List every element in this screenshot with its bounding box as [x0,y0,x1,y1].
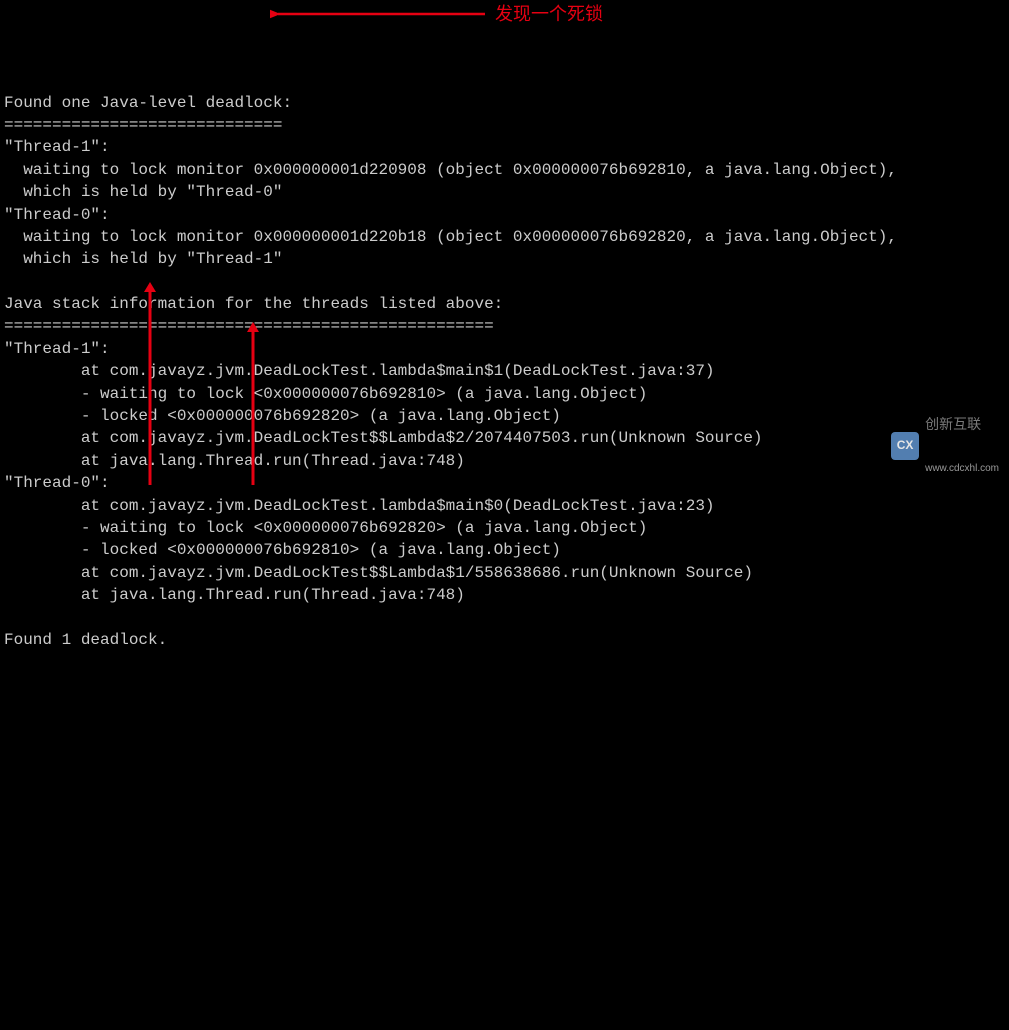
annotation-deadlock-found: 发现一个死锁 [495,2,603,27]
terminal-line: "Thread-1": [4,338,1005,360]
terminal-line: ============================= [4,114,1005,136]
terminal-line: at com.javayz.jvm.DeadLockTest$$Lambda$2… [4,427,1005,449]
arrow-top [270,4,490,24]
watermark-url: www.cdcxhl.com [925,463,999,474]
terminal-line: at com.javayz.jvm.DeadLockTest$$Lambda$1… [4,562,1005,584]
terminal-line: waiting to lock monitor 0x000000001d2209… [4,159,1005,181]
terminal-line: "Thread-1": [4,136,1005,158]
terminal-line: - locked <0x000000076b692820> (a java.la… [4,405,1005,427]
terminal-line: waiting to lock monitor 0x000000001d220b… [4,226,1005,248]
terminal-line: at java.lang.Thread.run(Thread.java:748) [4,450,1005,472]
terminal-line: at com.javayz.jvm.DeadLockTest.lambda$ma… [4,360,1005,382]
terminal-line: which is held by "Thread-1" [4,248,1005,270]
terminal-line: - waiting to lock <0x000000076b692820> (… [4,517,1005,539]
terminal-line: - locked <0x000000076b692810> (a java.la… [4,539,1005,561]
watermark-logo-icon: CX [891,432,919,460]
watermark: CX 创新互联 www.cdcxhl.com [891,386,999,505]
terminal-line: Found one Java-level deadlock: [4,92,1005,114]
terminal-line: ========================================… [4,315,1005,337]
terminal-line: Found 1 deadlock. [4,629,1005,651]
terminal-line: - waiting to lock <0x000000076b692810> (… [4,383,1005,405]
terminal-line [4,271,1005,293]
watermark-text: 创新互联 www.cdcxhl.com [925,386,999,505]
terminal-line: which is held by "Thread-0" [4,181,1005,203]
terminal-line: Java stack information for the threads l… [4,293,1005,315]
terminal-line: at java.lang.Thread.run(Thread.java:748) [4,584,1005,606]
terminal-line: "Thread-0": [4,204,1005,226]
terminal-line: "Thread-0": [4,472,1005,494]
terminal-output: Found one Java-level deadlock:==========… [0,90,1009,654]
watermark-brand: 创新互联 [925,417,999,432]
terminal-line [4,607,1005,629]
terminal-line: at com.javayz.jvm.DeadLockTest.lambda$ma… [4,495,1005,517]
